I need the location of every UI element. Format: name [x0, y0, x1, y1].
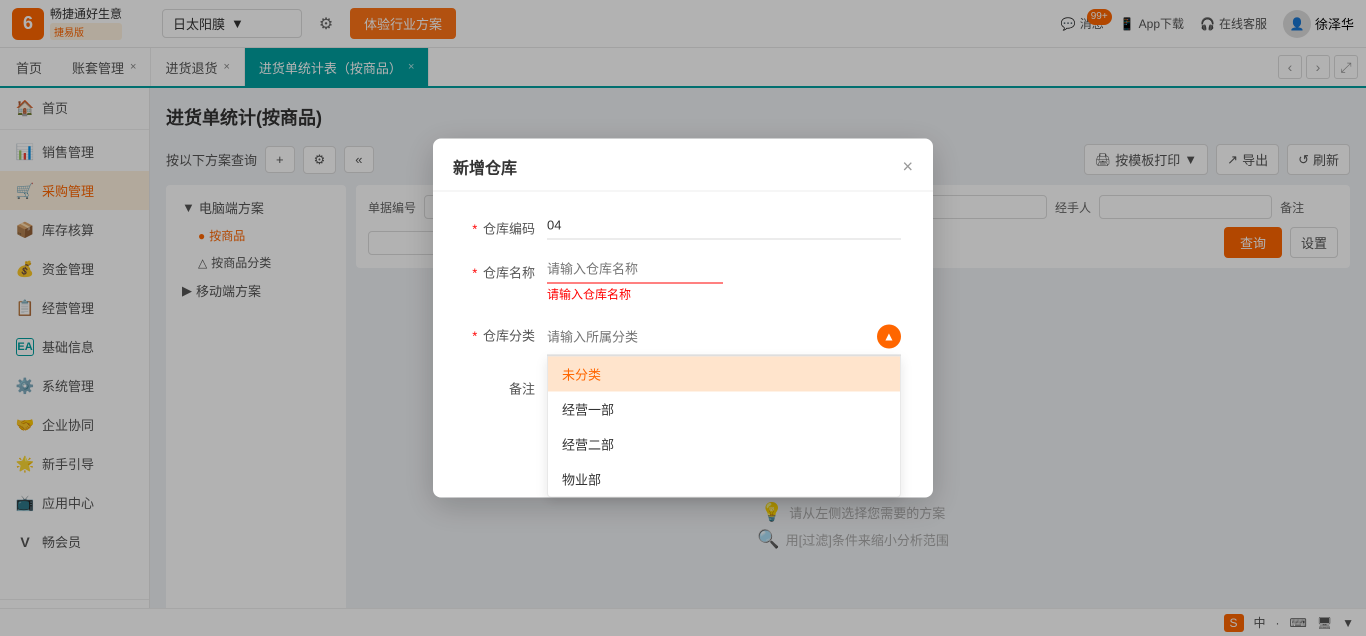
notes-form-label: 备注	[465, 372, 535, 398]
modal-title: 新增仓库	[453, 155, 517, 179]
category-wrapper: ▲ 未分类 经营一部 经营二部 物业部	[547, 319, 901, 356]
dropdown-item-dept1[interactable]: 经营一部	[548, 392, 900, 427]
modal-body: * 仓库编码 * 仓库名称 请输入仓库名称 * 仓库分类	[433, 192, 933, 439]
form-row-name: * 仓库名称 请输入仓库名称	[465, 256, 901, 303]
form-row-code: * 仓库编码	[465, 212, 901, 240]
category-label: * 仓库分类	[465, 319, 535, 345]
code-label: * 仓库编码	[465, 212, 535, 238]
warehouse-code-input[interactable]	[547, 212, 901, 240]
category-dropdown: 未分类 经营一部 经营二部 物业部	[547, 356, 901, 498]
dropdown-item-property[interactable]: 物业部	[548, 462, 900, 497]
name-error-msg: 请输入仓库名称	[547, 286, 901, 303]
modal-header: 新增仓库 ×	[433, 139, 933, 192]
category-arrow-icon[interactable]: ▲	[877, 325, 901, 349]
warehouse-name-input[interactable]	[547, 256, 723, 284]
dropdown-item-dept2[interactable]: 经营二部	[548, 427, 900, 462]
category-input[interactable]	[547, 329, 877, 344]
modal-close-icon[interactable]: ×	[902, 156, 913, 177]
name-label: * 仓库名称	[465, 256, 535, 282]
form-row-category: * 仓库分类 ▲ 未分类 经营一部 经营二部 物业部	[465, 319, 901, 356]
add-warehouse-modal: 新增仓库 × * 仓库编码 * 仓库名称 请输入仓库名称 *	[433, 139, 933, 498]
category-input-row: ▲	[547, 319, 901, 356]
dropdown-item-unclassified[interactable]: 未分类	[548, 357, 900, 392]
